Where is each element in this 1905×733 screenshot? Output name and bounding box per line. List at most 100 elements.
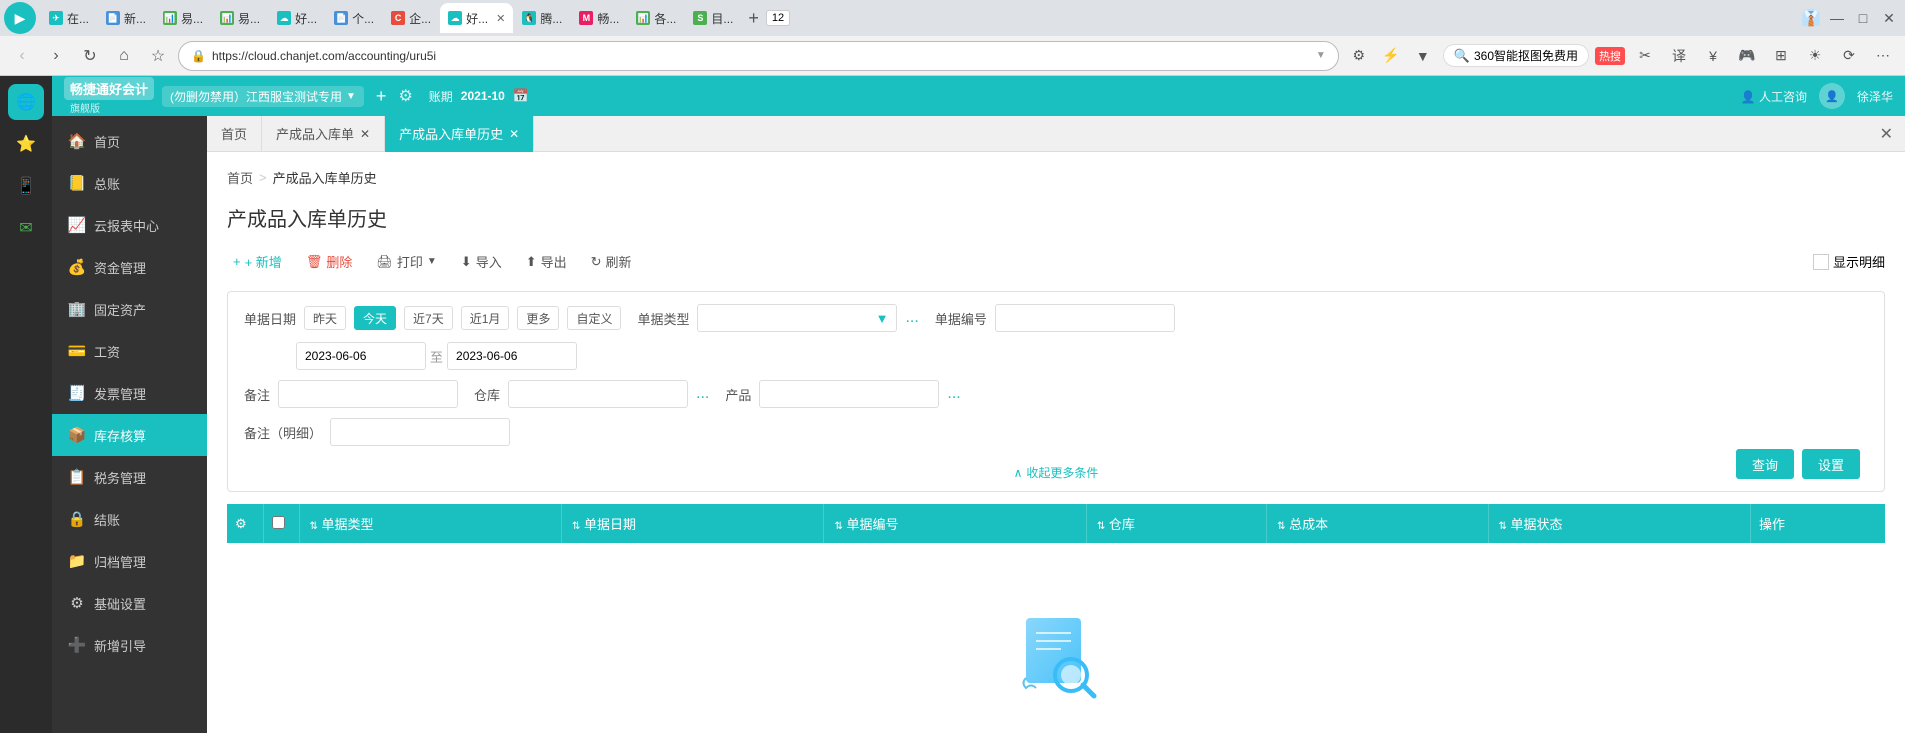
table-col-gear[interactable]: ⚙ <box>227 504 263 543</box>
sidebar-item-funds[interactable]: 💰 资金管理 <box>52 246 207 288</box>
month-btn[interactable]: 近1月 <box>461 306 510 330</box>
import-button[interactable]: ⬇ 导入 <box>455 248 508 275</box>
print-button[interactable]: 🖨 打印 ▼ <box>370 248 442 275</box>
back-button[interactable]: ‹ <box>8 42 36 70</box>
refresh-button[interactable]: ↻ <box>76 42 104 70</box>
breadcrumb-home[interactable]: 首页 <box>227 168 253 187</box>
sidebar-item-tax[interactable]: 📋 税务管理 <box>52 456 207 498</box>
select-all-checkbox[interactable] <box>272 516 285 529</box>
refresh-button[interactable]: ↻ 刷新 <box>585 248 638 275</box>
week-btn[interactable]: 近7天 <box>404 306 453 330</box>
customize-icon[interactable]: 👔 <box>1799 6 1823 30</box>
close-panel-button[interactable]: ✕ <box>1880 124 1893 144</box>
browser-tab-10[interactable]: M 畅... <box>571 3 627 33</box>
browser-tab-4[interactable]: 📊 易... <box>212 3 268 33</box>
sun-icon[interactable]: ☀ <box>1801 42 1829 70</box>
sidebar-item-invoice[interactable]: 🧾 发票管理 <box>52 372 207 414</box>
sidebar-icon-star[interactable]: ⭐ <box>8 126 44 162</box>
browser-tab-2[interactable]: 📄 新... <box>98 3 154 33</box>
more-dropdown-icon[interactable]: ▼ <box>1409 42 1437 70</box>
table-col-doc-type[interactable]: ⇅ 单据类型 <box>299 504 561 543</box>
url-bar[interactable]: 🔒 https://cloud.chanjet.com/accounting/u… <box>178 41 1339 71</box>
sidebar-item-home[interactable]: 🏠 首页 <box>52 120 207 162</box>
sidebar-item-inventory[interactable]: 📦 库存核算 <box>52 414 207 456</box>
currency-icon[interactable]: ¥ <box>1699 42 1727 70</box>
close-window-button[interactable]: ✕ <box>1877 6 1901 30</box>
user-avatar[interactable]: 👤 <box>1819 83 1845 109</box>
date-to-input[interactable] <box>447 342 577 370</box>
delete-button[interactable]: 🗑 删除 <box>300 248 359 275</box>
table-col-warehouse[interactable]: ⇅ 仓库 <box>1086 504 1266 543</box>
export-button[interactable]: ⬆ 导出 <box>520 248 573 275</box>
search-button[interactable]: 查询 <box>1736 449 1794 479</box>
browser-tab-1[interactable]: ✈ 在... <box>41 3 97 33</box>
home-button[interactable]: ⌂ <box>110 42 138 70</box>
table-col-total-cost[interactable]: ⇅ 总成本 <box>1267 504 1488 543</box>
browser-tab-8[interactable]: ☁ 好... ✕ <box>440 3 513 33</box>
company-selector[interactable]: (勿删勿禁用）江西服宝测试专用 ▼ <box>162 86 364 107</box>
settings-dots-icon[interactable]: ⋯ <box>1869 42 1897 70</box>
extensions-icon[interactable]: ⚙ <box>1345 42 1373 70</box>
new-tab-button[interactable]: + <box>742 8 765 29</box>
sidebar-item-reports[interactable]: 📈 云报表中心 <box>52 204 207 246</box>
sidebar-item-settings[interactable]: ⚙ 基础设置 <box>52 582 207 624</box>
browser-tab-7[interactable]: C 企... <box>383 3 439 33</box>
tab-home[interactable]: 首页 <box>207 116 262 152</box>
sidebar-icon-weibo[interactable]: 📱 <box>8 168 44 204</box>
sidebar-item-archive[interactable]: 📁 归档管理 <box>52 540 207 582</box>
doc-type-ellipsis[interactable]: ... <box>905 309 918 327</box>
sync-icon[interactable]: ⟳ <box>1835 42 1863 70</box>
tab-doc-list-close[interactable]: ✕ <box>360 127 370 141</box>
maximize-button[interactable]: □ <box>1851 6 1875 30</box>
tab-close-8[interactable]: ✕ <box>496 12 505 25</box>
doc-type-select[interactable]: ▼ <box>697 304 897 332</box>
scissors-icon[interactable]: ✂ <box>1631 42 1659 70</box>
sidebar-item-ledger[interactable]: 📒 总账 <box>52 162 207 204</box>
lightning-icon[interactable]: ⚡ <box>1377 42 1405 70</box>
sidebar-item-payroll[interactable]: 💳 工资 <box>52 330 207 372</box>
browser-tab-3[interactable]: 📊 易... <box>155 3 211 33</box>
display-checkbox[interactable] <box>1813 254 1829 270</box>
sidebar-icon-nav[interactable]: 🌐 <box>8 84 44 120</box>
table-col-doc-number[interactable]: ⇅ 单据编号 <box>824 504 1086 543</box>
minimize-button[interactable]: — <box>1825 6 1849 30</box>
sidebar-item-close[interactable]: 🔒 结账 <box>52 498 207 540</box>
browser-search-bar[interactable]: 🔍 360智能抠图免费用 <box>1443 44 1589 67</box>
browser-tab-9[interactable]: 🐧 腾... <box>514 3 570 33</box>
tab-history-close[interactable]: ✕ <box>509 127 519 141</box>
add-company-button[interactable]: + <box>376 86 387 107</box>
sidebar-item-fixed-assets[interactable]: 🏢 固定资产 <box>52 288 207 330</box>
grid-icon[interactable]: ⊞ <box>1767 42 1795 70</box>
date-from-input[interactable] <box>296 342 426 370</box>
tab-count[interactable]: 12 <box>766 10 790 26</box>
table-col-doc-date[interactable]: ⇅ 单据日期 <box>561 504 823 543</box>
more-date-btn[interactable]: 更多 <box>517 306 559 330</box>
browser-tab-6[interactable]: 📄 个... <box>326 3 382 33</box>
tab-doc-list[interactable]: 产成品入库单 ✕ <box>262 116 385 152</box>
today-btn[interactable]: 今天 <box>354 306 396 330</box>
yesterday-btn[interactable]: 昨天 <box>304 306 346 330</box>
tab-history[interactable]: 产成品入库单历史 ✕ <box>385 116 534 152</box>
user-service[interactable]: 👤 人工咨询 <box>1741 88 1807 105</box>
bookmark-button[interactable]: ☆ <box>144 42 172 70</box>
sidebar-item-new-entry[interactable]: ➕ 新增引导 <box>52 624 207 666</box>
browser-tab-11[interactable]: 📊 各... <box>628 3 684 33</box>
browser-tab-5[interactable]: ☁ 好... <box>269 3 325 33</box>
settings-button[interactable]: ⚙ <box>398 86 412 106</box>
game-icon[interactable]: 🎮 <box>1733 42 1761 70</box>
note-detail-input[interactable] <box>330 418 510 446</box>
doc-number-input[interactable] <box>995 304 1175 332</box>
calendar-icon[interactable]: 📅 <box>513 88 529 104</box>
sidebar-icon-mail[interactable]: ✉ <box>8 210 44 246</box>
settings-search-button[interactable]: 设置 <box>1802 449 1860 479</box>
table-col-doc-status[interactable]: ⇅ 单据状态 <box>1488 504 1750 543</box>
custom-date-btn[interactable]: 自定义 <box>567 306 621 330</box>
add-button[interactable]: + + 新增 <box>227 248 288 275</box>
display-toggle[interactable]: 显示明细 <box>1813 252 1885 271</box>
product-ellipsis[interactable]: ... <box>947 385 960 403</box>
warehouse-ellipsis[interactable]: ... <box>696 385 709 403</box>
browser-tab-12[interactable]: S 目... <box>685 3 741 33</box>
translate-icon[interactable]: 译 <box>1665 42 1693 70</box>
note-input[interactable] <box>278 380 458 408</box>
warehouse-input[interactable] <box>508 380 688 408</box>
